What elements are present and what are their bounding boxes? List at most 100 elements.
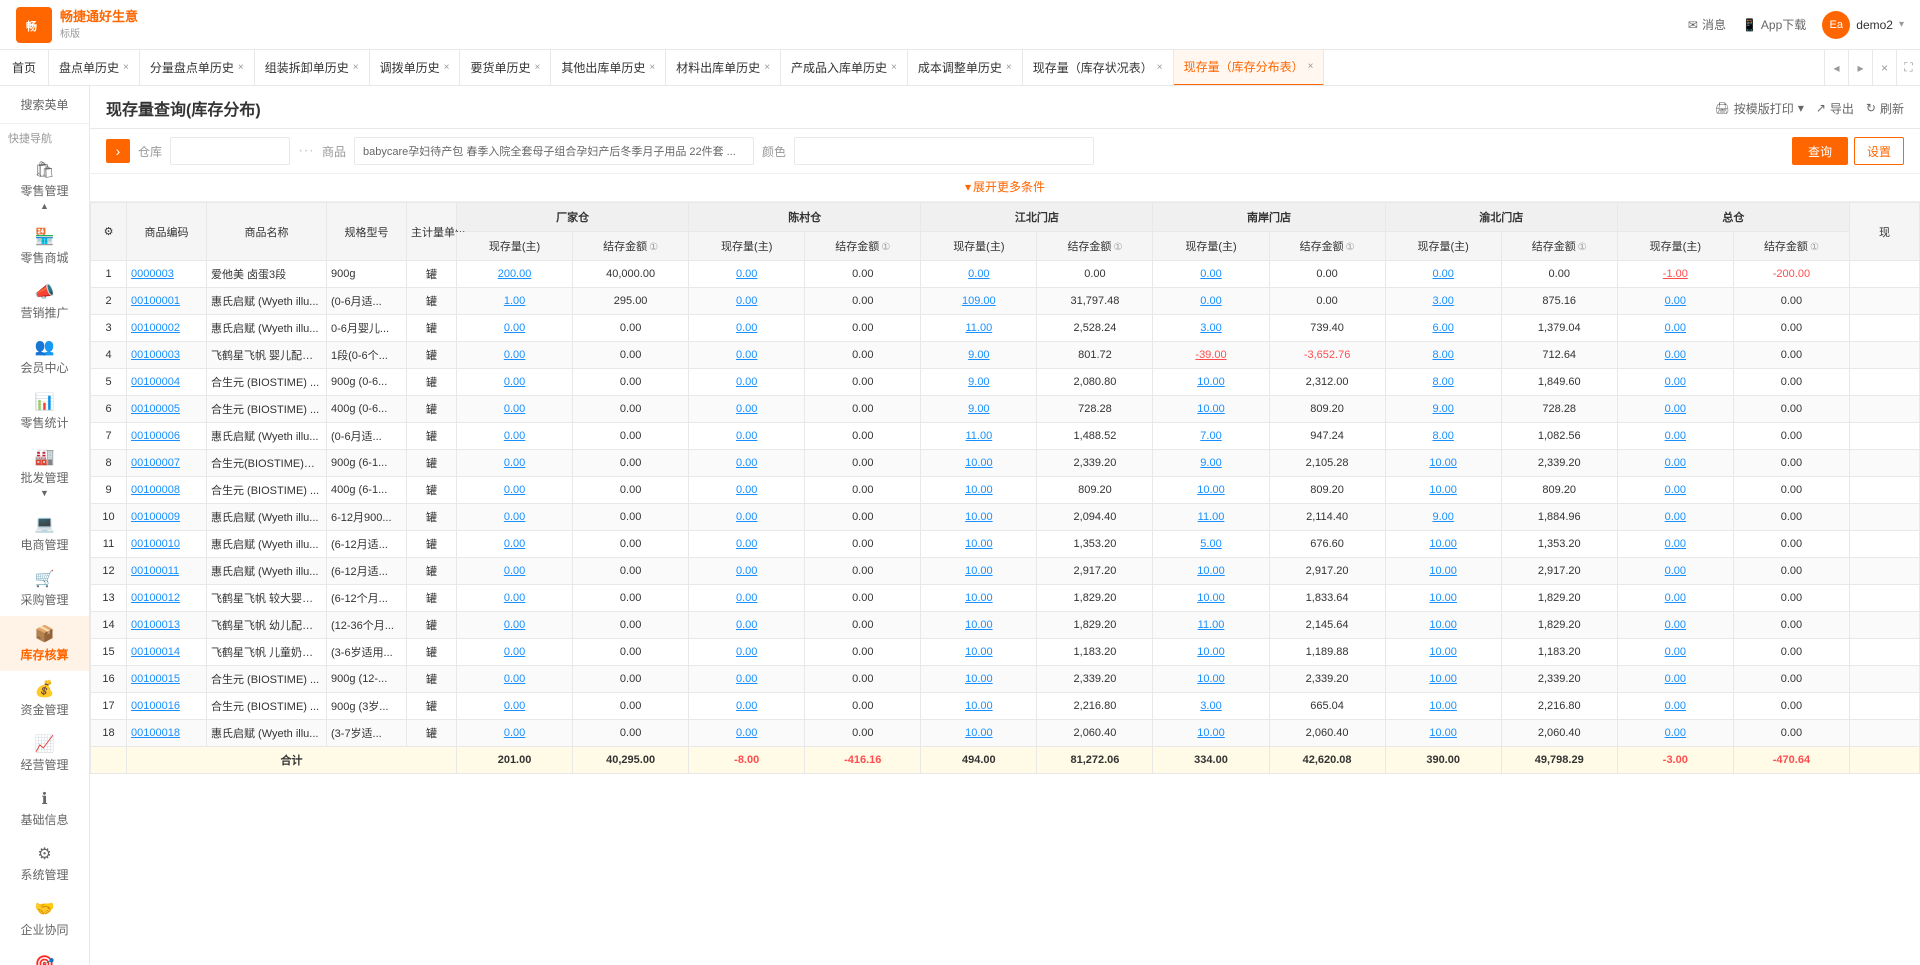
- cell-na-stock[interactable]: 10.00: [1153, 477, 1269, 504]
- cell-f-stock[interactable]: 0.00: [457, 396, 573, 423]
- cell-f-stock[interactable]: 0.00: [457, 612, 573, 639]
- cell-t-stock[interactable]: 0.00: [1617, 612, 1733, 639]
- user-area[interactable]: Ea demo2 ▾: [1822, 11, 1904, 39]
- cell-t-stock[interactable]: 0.00: [1617, 639, 1733, 666]
- cell-f-stock[interactable]: 0.00: [457, 585, 573, 612]
- cell-yb-stock[interactable]: 10.00: [1385, 450, 1501, 477]
- cell-f-stock[interactable]: 0.00: [457, 423, 573, 450]
- cell-jb-stock[interactable]: 10.00: [921, 639, 1037, 666]
- cell-code[interactable]: 00100010: [127, 531, 207, 558]
- cell-na-stock[interactable]: 10.00: [1153, 396, 1269, 423]
- sidebar-item-operations[interactable]: 📈 经营管理: [0, 726, 89, 781]
- sidebar-item-basic[interactable]: ℹ 基础信息: [0, 781, 89, 836]
- cell-f-stock[interactable]: 200.00: [457, 261, 573, 288]
- cell-c-stock[interactable]: 0.00: [689, 288, 805, 315]
- tab-transfer[interactable]: 调拨单历史 ×: [370, 50, 461, 86]
- message-button[interactable]: ✉ 消息: [1688, 16, 1726, 33]
- cell-c-stock[interactable]: 0.00: [689, 639, 805, 666]
- cell-jb-stock[interactable]: 10.00: [921, 504, 1037, 531]
- cell-f-stock[interactable]: 0.00: [457, 477, 573, 504]
- product-input[interactable]: [354, 137, 754, 165]
- cell-na-stock[interactable]: 11.00: [1153, 504, 1269, 531]
- cell-jb-stock[interactable]: 10.00: [921, 612, 1037, 639]
- tab-home[interactable]: 首页: [0, 50, 49, 86]
- tab-product-in[interactable]: 产成品入库单历史 ×: [781, 50, 908, 86]
- sidebar-item-system[interactable]: ⚙ 系统管理: [0, 836, 89, 891]
- cell-na-stock[interactable]: 10.00: [1153, 369, 1269, 396]
- cell-jb-stock[interactable]: 9.00: [921, 369, 1037, 396]
- sidebar-item-wholesale[interactable]: 🏭 批发管理 ▼: [0, 439, 89, 506]
- cell-yb-stock[interactable]: 10.00: [1385, 666, 1501, 693]
- tab-prev-button[interactable]: ◂: [1824, 50, 1848, 86]
- cell-code[interactable]: 00100007: [127, 450, 207, 477]
- cell-na-stock[interactable]: -39.00: [1153, 342, 1269, 369]
- cell-t-stock[interactable]: 0.00: [1617, 396, 1733, 423]
- refresh-button[interactable]: ↻ 刷新: [1866, 100, 1904, 117]
- cell-t-stock[interactable]: 0.00: [1617, 720, 1733, 747]
- tab-next-button[interactable]: ▸: [1848, 50, 1872, 86]
- cell-c-stock[interactable]: 0.00: [689, 315, 805, 342]
- cell-t-stock[interactable]: 0.00: [1617, 585, 1733, 612]
- tab-other-out[interactable]: 其他出库单历史 ×: [551, 50, 666, 86]
- sidebar-item-retail-stats[interactable]: 📊 零售统计: [0, 384, 89, 439]
- sidebar-item-ecommerce[interactable]: 💻 电商管理: [0, 506, 89, 561]
- cell-code[interactable]: 00100014: [127, 639, 207, 666]
- cell-c-stock[interactable]: 0.00: [689, 261, 805, 288]
- cell-f-stock[interactable]: 0.00: [457, 693, 573, 720]
- cell-na-stock[interactable]: 0.00: [1153, 288, 1269, 315]
- cell-jb-stock[interactable]: 9.00: [921, 396, 1037, 423]
- tab-close-all-button[interactable]: ×: [1872, 50, 1896, 86]
- cell-code[interactable]: 00100011: [127, 558, 207, 585]
- cell-na-stock[interactable]: 10.00: [1153, 558, 1269, 585]
- cell-yb-stock[interactable]: 10.00: [1385, 639, 1501, 666]
- tab-material-close[interactable]: ×: [764, 50, 770, 86]
- cell-code[interactable]: 00100009: [127, 504, 207, 531]
- cell-c-stock[interactable]: 0.00: [689, 612, 805, 639]
- cell-c-stock[interactable]: 0.00: [689, 666, 805, 693]
- col-header-settings[interactable]: ⚙: [91, 203, 127, 261]
- cell-jb-stock[interactable]: 11.00: [921, 423, 1037, 450]
- cell-code[interactable]: 00100003: [127, 342, 207, 369]
- cell-t-stock[interactable]: 0.00: [1617, 666, 1733, 693]
- cell-code[interactable]: 00100006: [127, 423, 207, 450]
- cell-c-stock[interactable]: 0.00: [689, 342, 805, 369]
- cell-f-stock[interactable]: 0.00: [457, 342, 573, 369]
- cell-yb-stock[interactable]: 8.00: [1385, 423, 1501, 450]
- cell-code[interactable]: 00100018: [127, 720, 207, 747]
- cell-t-stock[interactable]: 0.00: [1617, 342, 1733, 369]
- sidebar-item-finance[interactable]: 💰 资金管理: [0, 671, 89, 726]
- cell-code[interactable]: 00100016: [127, 693, 207, 720]
- tab-cost-adjust[interactable]: 成本调整单历史 ×: [908, 50, 1023, 86]
- sidebar-item-inventory[interactable]: 📦 库存核算: [0, 616, 89, 671]
- cell-jb-stock[interactable]: 10.00: [921, 666, 1037, 693]
- cell-code[interactable]: 00100008: [127, 477, 207, 504]
- cell-code[interactable]: 00100012: [127, 585, 207, 612]
- cell-t-stock[interactable]: 0.00: [1617, 450, 1733, 477]
- cell-c-stock[interactable]: 0.00: [689, 504, 805, 531]
- cell-na-stock[interactable]: 0.00: [1153, 261, 1269, 288]
- cell-na-stock[interactable]: 5.00: [1153, 531, 1269, 558]
- cell-c-stock[interactable]: 0.00: [689, 450, 805, 477]
- sidebar-search-button[interactable]: 搜索英单: [8, 96, 81, 113]
- tab-cost-close[interactable]: ×: [1006, 50, 1012, 86]
- expand-conditions-button[interactable]: ▾ 展开更多条件: [965, 178, 1045, 195]
- tab-stock-status-close[interactable]: ×: [1157, 50, 1163, 86]
- cell-code[interactable]: 00100015: [127, 666, 207, 693]
- cell-c-stock[interactable]: 0.00: [689, 693, 805, 720]
- cell-na-stock[interactable]: 10.00: [1153, 639, 1269, 666]
- cell-yb-stock[interactable]: 10.00: [1385, 531, 1501, 558]
- cell-yb-stock[interactable]: 6.00: [1385, 315, 1501, 342]
- cell-yb-stock[interactable]: 10.00: [1385, 477, 1501, 504]
- export-button[interactable]: ↗ 导出: [1816, 100, 1854, 117]
- sidebar-item-enterprise[interactable]: 🤝 企业协同: [0, 891, 89, 946]
- cell-f-stock[interactable]: 0.00: [457, 315, 573, 342]
- cell-code[interactable]: 00100005: [127, 396, 207, 423]
- tab-stocktake[interactable]: 盘点单历史 ×: [49, 50, 140, 86]
- cell-na-stock[interactable]: 9.00: [1153, 450, 1269, 477]
- tab-material-out[interactable]: 材料出库单历史 ×: [666, 50, 781, 86]
- cell-yb-stock[interactable]: 10.00: [1385, 693, 1501, 720]
- cell-c-stock[interactable]: 0.00: [689, 531, 805, 558]
- cell-yb-stock[interactable]: 0.00: [1385, 261, 1501, 288]
- cell-na-stock[interactable]: 11.00: [1153, 612, 1269, 639]
- sidebar-item-retail-mgmt[interactable]: 🛍 零售管理 ▲: [0, 152, 89, 219]
